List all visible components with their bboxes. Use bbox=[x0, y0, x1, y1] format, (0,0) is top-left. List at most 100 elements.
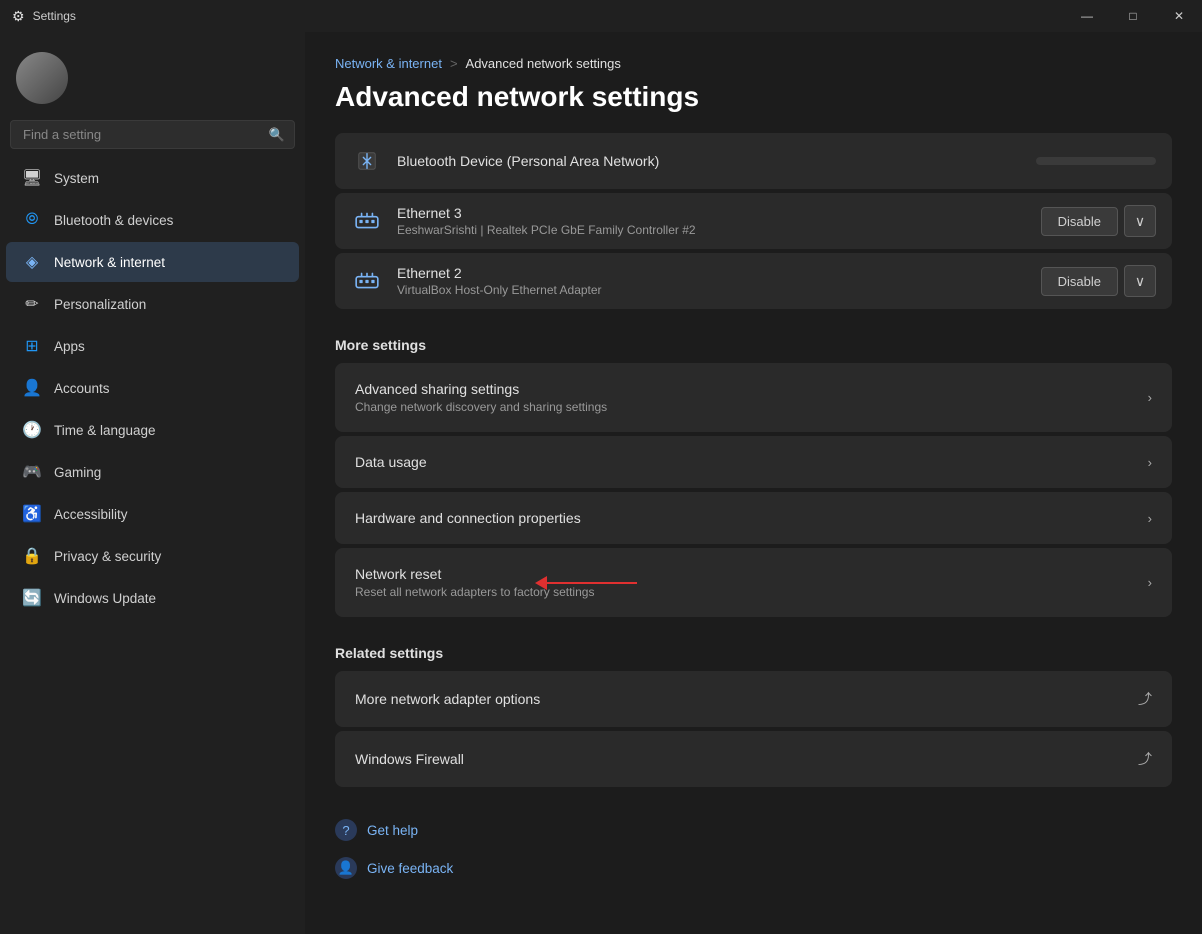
give-feedback-icon: 👤 bbox=[335, 857, 357, 879]
windows-firewall-title: Windows Firewall bbox=[355, 751, 1138, 767]
breadcrumb-current: Advanced network settings bbox=[466, 56, 621, 71]
sidebar-item-update[interactable]: 🔄 Windows Update bbox=[6, 578, 299, 618]
bluetooth-toggle-area bbox=[1036, 157, 1156, 165]
more-network-options-title: More network adapter options bbox=[355, 691, 1138, 707]
sidebar-item-label: Time & language bbox=[54, 423, 156, 438]
settings-icon: ⚙ bbox=[12, 8, 25, 25]
ethernet2-info: Ethernet 2 VirtualBox Host-Only Ethernet… bbox=[397, 265, 1027, 297]
breadcrumb-parent[interactable]: Network & internet bbox=[335, 56, 442, 71]
ethernet3-desc: EeshwarSrishti | Realtek PCIe GbE Family… bbox=[397, 223, 1027, 237]
advanced-sharing-row[interactable]: Advanced sharing settings Change network… bbox=[335, 363, 1172, 432]
network-reset-chevron: › bbox=[1148, 575, 1152, 590]
time-icon: 🕐 bbox=[22, 420, 42, 440]
hardware-props-chevron: › bbox=[1148, 511, 1152, 526]
data-usage-chevron: › bbox=[1148, 455, 1152, 470]
sidebar-item-label: Accounts bbox=[54, 381, 110, 396]
titlebar: ⚙ Settings — □ ✕ bbox=[0, 0, 1202, 32]
sidebar-item-label: Network & internet bbox=[54, 255, 165, 270]
close-button[interactable]: ✕ bbox=[1156, 0, 1202, 32]
main-content: Network & internet > Advanced network se… bbox=[305, 32, 1202, 934]
more-network-options-external-icon: ⤴ bbox=[1138, 689, 1152, 709]
network-reset-row[interactable]: Network reset Reset all network adapters… bbox=[335, 548, 1172, 617]
bluetooth-icon: ⦾ bbox=[22, 210, 42, 230]
app-body: 🔍 🖥 System ⦾ Bluetooth & devices ◈ Netwo… bbox=[0, 32, 1202, 934]
system-icon: 🖥 bbox=[22, 168, 42, 188]
sidebar-item-bluetooth[interactable]: ⦾ Bluetooth & devices bbox=[6, 200, 299, 240]
give-feedback-label: Give feedback bbox=[367, 861, 453, 876]
windows-firewall-content: Windows Firewall bbox=[355, 751, 1138, 767]
bluetooth-adapter-row: Bluetooth Device (Personal Area Network) bbox=[335, 133, 1172, 189]
sidebar-item-time[interactable]: 🕐 Time & language bbox=[6, 410, 299, 450]
breadcrumb: Network & internet > Advanced network se… bbox=[335, 32, 1172, 81]
sidebar-item-label: Windows Update bbox=[54, 591, 156, 606]
more-network-options-row[interactable]: More network adapter options ⤴ bbox=[335, 671, 1172, 727]
advanced-sharing-content: Advanced sharing settings Change network… bbox=[355, 381, 1148, 414]
gaming-icon: 🎮 bbox=[22, 462, 42, 482]
ethernet3-expand-button[interactable]: ∨ bbox=[1124, 205, 1156, 237]
sidebar-item-personalization[interactable]: ✏ Personalization bbox=[6, 284, 299, 324]
network-reset-container: Network reset Reset all network adapters… bbox=[335, 548, 1172, 617]
advanced-sharing-title: Advanced sharing settings bbox=[355, 381, 1148, 397]
ethernet2-actions: Disable ∨ bbox=[1041, 265, 1156, 297]
apps-icon: ⊞ bbox=[22, 336, 42, 356]
sidebar-item-label: Gaming bbox=[54, 465, 101, 480]
sidebar-search-container: 🔍 bbox=[10, 120, 295, 149]
windows-firewall-row[interactable]: Windows Firewall ⤴ bbox=[335, 731, 1172, 787]
update-icon: 🔄 bbox=[22, 588, 42, 608]
network-reset-desc: Reset all network adapters to factory se… bbox=[355, 585, 1148, 599]
ethernet3-icon bbox=[351, 205, 383, 237]
accessibility-icon: ♿ bbox=[22, 504, 42, 524]
sidebar-item-label: Bluetooth & devices bbox=[54, 213, 173, 228]
privacy-icon: 🔒 bbox=[22, 546, 42, 566]
more-network-options-content: More network adapter options bbox=[355, 691, 1138, 707]
sidebar-item-gaming[interactable]: 🎮 Gaming bbox=[6, 452, 299, 492]
get-help-icon: ? bbox=[335, 819, 357, 841]
network-reset-title: Network reset bbox=[355, 566, 1148, 582]
hardware-props-title: Hardware and connection properties bbox=[355, 510, 1148, 526]
bluetooth-adapter-name: Bluetooth Device (Personal Area Network) bbox=[397, 153, 1022, 169]
network-reset-content: Network reset Reset all network adapters… bbox=[355, 566, 1148, 599]
ethernet2-expand-button[interactable]: ∨ bbox=[1124, 265, 1156, 297]
ethernet2-icon bbox=[351, 265, 383, 297]
ethernet2-row: Ethernet 2 VirtualBox Host-Only Ethernet… bbox=[335, 253, 1172, 309]
sidebar-item-label: Personalization bbox=[54, 297, 146, 312]
more-settings-header: More settings bbox=[335, 313, 1172, 363]
give-feedback-link[interactable]: 👤 Give feedback bbox=[335, 853, 1172, 883]
ethernet2-disable-button[interactable]: Disable bbox=[1041, 267, 1118, 296]
titlebar-left: ⚙ Settings bbox=[12, 8, 76, 25]
avatar bbox=[16, 52, 68, 104]
sidebar-item-label: Accessibility bbox=[54, 507, 128, 522]
get-help-link[interactable]: ? Get help bbox=[335, 815, 1172, 845]
page-title: Advanced network settings bbox=[335, 81, 1172, 133]
minimize-button[interactable]: — bbox=[1064, 0, 1110, 32]
sidebar-item-privacy[interactable]: 🔒 Privacy & security bbox=[6, 536, 299, 576]
related-settings-header: Related settings bbox=[335, 621, 1172, 671]
accounts-icon: 👤 bbox=[22, 378, 42, 398]
data-usage-row[interactable]: Data usage › bbox=[335, 436, 1172, 488]
hardware-props-content: Hardware and connection properties bbox=[355, 510, 1148, 526]
footer-links: ? Get help 👤 Give feedback bbox=[335, 791, 1172, 893]
get-help-label: Get help bbox=[367, 823, 418, 838]
data-usage-content: Data usage bbox=[355, 454, 1148, 470]
ethernet3-name: Ethernet 3 bbox=[397, 205, 1027, 221]
titlebar-controls: — □ ✕ bbox=[1064, 0, 1202, 32]
sidebar-item-apps[interactable]: ⊞ Apps bbox=[6, 326, 299, 366]
titlebar-title: Settings bbox=[33, 9, 76, 23]
sidebar-profile bbox=[0, 32, 305, 120]
sidebar-item-network[interactable]: ◈ Network & internet bbox=[6, 242, 299, 282]
advanced-sharing-desc: Change network discovery and sharing set… bbox=[355, 400, 1148, 414]
sidebar-item-accessibility[interactable]: ♿ Accessibility bbox=[6, 494, 299, 534]
maximize-button[interactable]: □ bbox=[1110, 0, 1156, 32]
sidebar: 🔍 🖥 System ⦾ Bluetooth & devices ◈ Netwo… bbox=[0, 32, 305, 934]
ethernet3-actions: Disable ∨ bbox=[1041, 205, 1156, 237]
sidebar-item-system[interactable]: 🖥 System bbox=[6, 158, 299, 198]
ethernet2-name: Ethernet 2 bbox=[397, 265, 1027, 281]
ethernet3-row: Ethernet 3 EeshwarSrishti | Realtek PCIe… bbox=[335, 193, 1172, 249]
sidebar-item-accounts[interactable]: 👤 Accounts bbox=[6, 368, 299, 408]
hardware-props-row[interactable]: Hardware and connection properties › bbox=[335, 492, 1172, 544]
data-usage-title: Data usage bbox=[355, 454, 1148, 470]
ethernet2-desc: VirtualBox Host-Only Ethernet Adapter bbox=[397, 283, 1027, 297]
ethernet3-disable-button[interactable]: Disable bbox=[1041, 207, 1118, 236]
search-input[interactable] bbox=[10, 120, 295, 149]
personalization-icon: ✏ bbox=[22, 294, 42, 314]
